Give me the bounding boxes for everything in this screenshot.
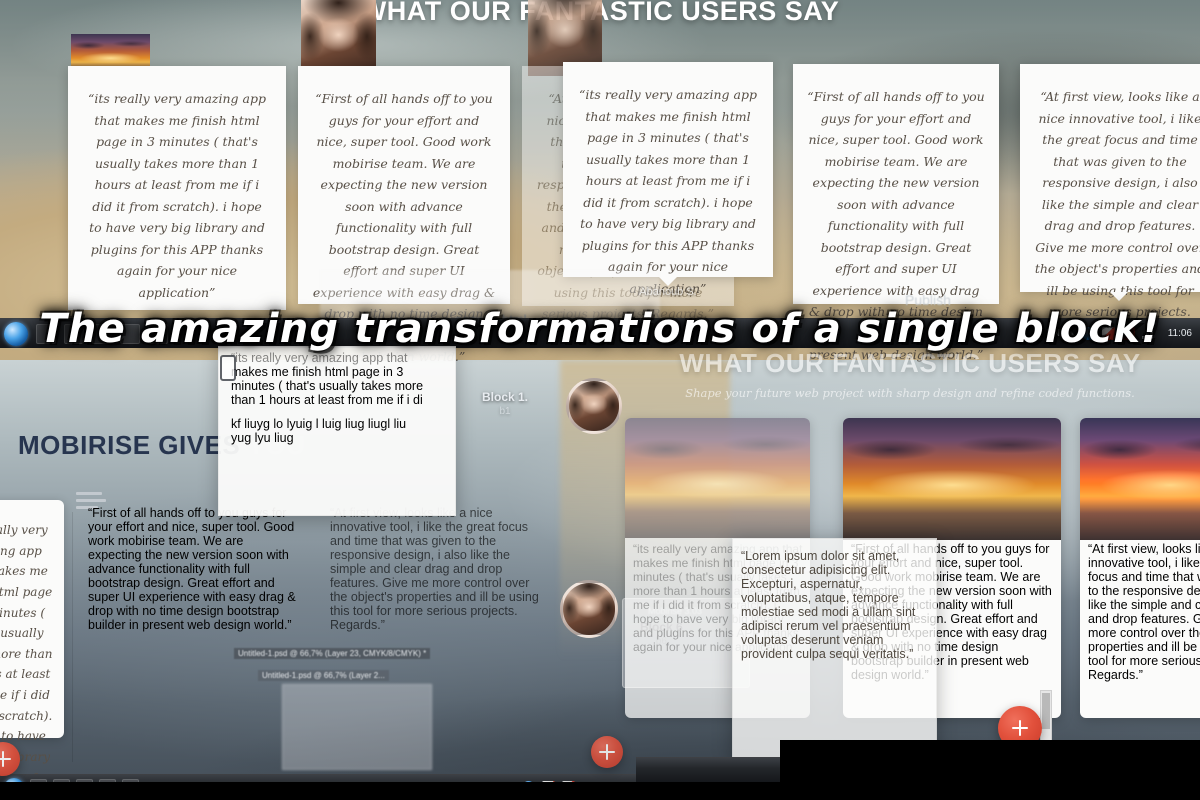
block-chip-1[interactable]: Block 1. b1: [482, 390, 528, 417]
block-chip-1-label: Block 1.: [482, 390, 529, 404]
image-card-3-quote: “At first view, looks like a nice innova…: [1088, 542, 1200, 682]
add-block-button-mid[interactable]: [591, 736, 623, 768]
inline-edit-line-6[interactable]: yug lyu liug: [219, 431, 455, 445]
block-chip-1-id: b1: [499, 406, 511, 417]
testimonial-pointer-5: [1110, 292, 1128, 301]
scrollbar-thumb[interactable]: [1042, 693, 1050, 729]
inline-edit-line-2[interactable]: minutes ( that's usually takes more: [219, 379, 455, 393]
inline-edit-spacer: [219, 407, 455, 417]
testimonial-column-mid-3: “At first view, looks like a nice innova…: [330, 506, 542, 632]
testimonial-quote-3-front: “its really very amazing app that makes …: [579, 87, 757, 296]
inline-edit-line-3[interactable]: than 1 hours at least from me if i di: [219, 393, 455, 407]
testimonial-card-3-front: “its really very amazing app that makes …: [563, 62, 773, 296]
photoshop-title-2: Untitled-1.psd @ 66,7% (Layer 2...: [258, 670, 389, 681]
mobirise-heading-strong: MOBIRISE GIVES: [18, 430, 241, 460]
testimonial-pointer-3: [659, 277, 677, 286]
photoshop-ghost-window: [282, 684, 432, 770]
testimonial-card-2: “First of all hands off to you guys for …: [298, 66, 510, 364]
photoshop-title-1: Untitled-1.psd @ 66,7% (Layer 23, CMYK/8…: [234, 648, 431, 659]
image-card-3-thumbnail: [1080, 418, 1200, 540]
image-card-2-thumbnail: [843, 418, 1061, 540]
black-crop-bottom: [0, 782, 1200, 800]
image-card-1-thumbnail: [625, 418, 810, 538]
testimonial-quote-5: “At first view, looks like a nice innova…: [1034, 89, 1200, 341]
testimonial-card-mid-1: “its really very amazing app that makes …: [0, 500, 64, 800]
round-avatar-2: [560, 580, 618, 638]
round-avatar-1: [566, 378, 622, 434]
testimonial-card-5: “At first view, looks like a nice innova…: [1020, 64, 1200, 341]
lorem-text[interactable]: “Lorem ipsum dolor sit amet, consectetur…: [733, 539, 936, 661]
mid-right-section-subheading: Shape your future web project with sharp…: [685, 386, 1135, 400]
testimonial-quote-mid-3: “At first view, looks like a nice innova…: [330, 506, 539, 632]
overlay-title: The amazing transformations of a single …: [39, 306, 1161, 352]
inline-edit-line-1[interactable]: makes me finish html page in 3: [219, 365, 455, 379]
mobile-device-icon: [220, 355, 236, 381]
testimonial-card-4: “First of all hands off to you guys for …: [793, 64, 999, 362]
inline-edit-panel[interactable]: “its really very amazing app that makes …: [218, 346, 456, 516]
screenshot-stage: WHAT OUR FANTASTIC USERS SAY “its really…: [0, 0, 1200, 800]
column-divider: [72, 512, 73, 762]
testimonial-quote-1: “its really very amazing app that makes …: [88, 91, 266, 300]
testimonial-column-mid-2: “First of all hands off to you guys for …: [88, 506, 300, 632]
testimonial-card-1: “its really very amazing app that makes …: [68, 66, 286, 310]
inline-edit-line-5[interactable]: kf liuyg lo lyuig l luig liug liugl liu: [219, 417, 455, 431]
mid-right-section-heading: WHAT OUR FANTASTIC USERS SAY: [679, 348, 1141, 378]
lorem-text-panel[interactable]: “Lorem ipsum dolor sit amet, consectetur…: [732, 538, 937, 760]
testimonial-quote-mid-2: “First of all hands off to you guys for …: [88, 506, 296, 632]
